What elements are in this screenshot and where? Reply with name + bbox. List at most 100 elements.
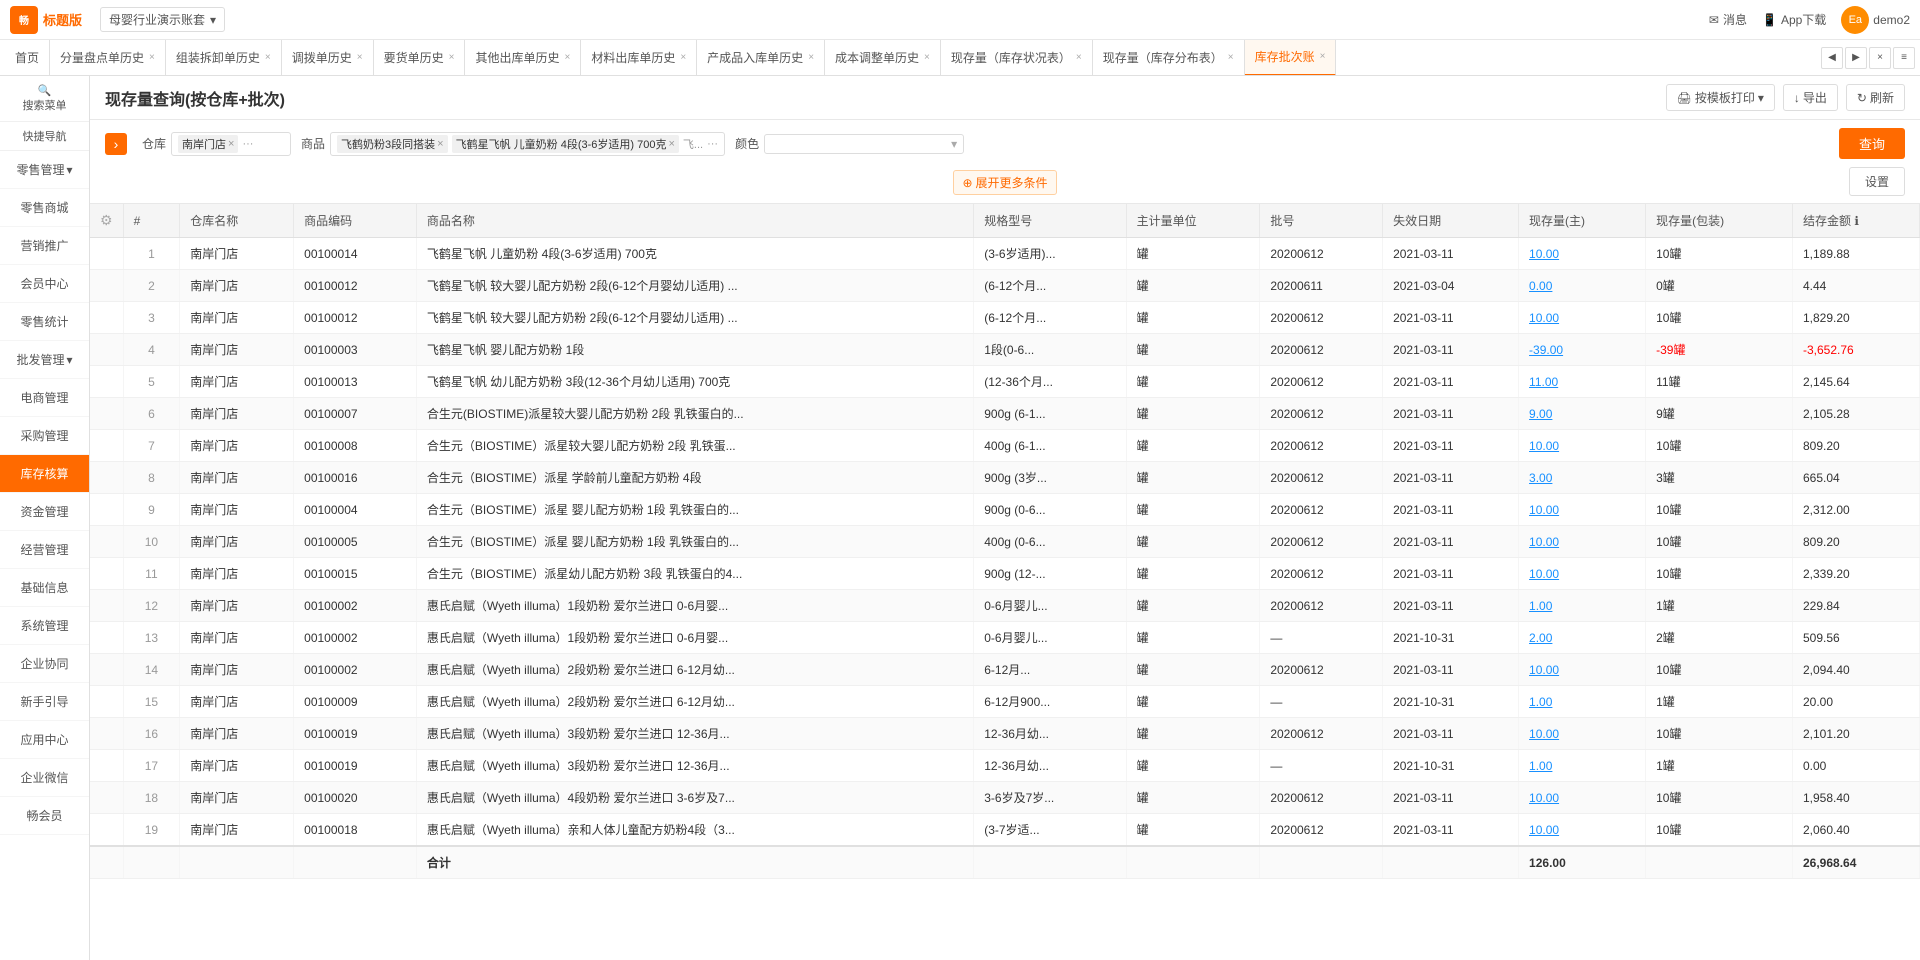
- row-qty[interactable]: 3.00: [1519, 462, 1646, 494]
- tab-1[interactable]: 分量盘点单历史 ×: [50, 40, 166, 76]
- row-qty[interactable]: 10.00: [1519, 302, 1646, 334]
- row-qty[interactable]: 10.00: [1519, 782, 1646, 814]
- sidebar-item-guide[interactable]: 新手引导: [0, 683, 89, 721]
- sidebar-item-membership[interactable]: 畅会员: [0, 797, 89, 835]
- sidebar-item-inventory[interactable]: 库存核算: [0, 455, 89, 493]
- breadcrumb-select[interactable]: 母婴行业演示账套 ▾: [100, 7, 225, 32]
- row-qty[interactable]: 10.00: [1519, 718, 1646, 750]
- remove-warehouse-tag[interactable]: ×: [228, 138, 234, 150]
- sidebar-item-system[interactable]: 系统管理: [0, 607, 89, 645]
- row-warehouse: 南岸门店: [180, 462, 294, 494]
- print-btn[interactable]: 🖨 按模板打印 ▾: [1666, 84, 1775, 111]
- row-qty[interactable]: 10.00: [1519, 814, 1646, 847]
- app-download-btn[interactable]: 📱 App下载: [1762, 11, 1826, 28]
- tab-4[interactable]: 要货单历史 ×: [374, 40, 466, 76]
- sidebar-quick-nav[interactable]: 快捷导航: [0, 122, 89, 151]
- row-qty[interactable]: 0.00: [1519, 270, 1646, 302]
- sidebar-item-wholesale-mgmt[interactable]: 批发管理 ▾: [0, 341, 89, 379]
- row-qty[interactable]: -39.00: [1519, 334, 1646, 366]
- query-btn[interactable]: 查询: [1839, 128, 1905, 159]
- sidebar-item-app-center[interactable]: 应用中心: [0, 721, 89, 759]
- row-spec: 6-12月900...: [974, 686, 1126, 718]
- tab-10[interactable]: 现存量（库存分布表） ×: [1093, 40, 1245, 76]
- row-qty[interactable]: 10.00: [1519, 654, 1646, 686]
- sidebar-item-operations[interactable]: 经营管理: [0, 531, 89, 569]
- tab-8[interactable]: 成本调整单历史 ×: [825, 40, 941, 76]
- sidebar-item-marketing[interactable]: 营销推广: [0, 227, 89, 265]
- remove-product-tag-1[interactable]: ×: [437, 138, 443, 150]
- tab-9[interactable]: 现存量（库存状况表） ×: [941, 40, 1093, 76]
- tab-home[interactable]: 首页: [5, 40, 50, 76]
- row-code: 00100020: [294, 782, 417, 814]
- tab-next-btn[interactable]: ▶: [1845, 47, 1867, 69]
- row-qty[interactable]: 1.00: [1519, 750, 1646, 782]
- close-icon[interactable]: ×: [808, 52, 814, 63]
- refresh-btn[interactable]: ↻ 刷新: [1846, 84, 1905, 111]
- table-row: 16 南岸门店 00100019 惠氏启赋（Wyeth illuma）3段奶粉 …: [90, 718, 1920, 750]
- tab-5[interactable]: 其他出库单历史 ×: [465, 40, 581, 76]
- row-qty[interactable]: 10.00: [1519, 558, 1646, 590]
- sidebar-item-label: 企业协同: [20, 657, 68, 671]
- row-qty[interactable]: 2.00: [1519, 622, 1646, 654]
- close-icon[interactable]: ×: [1076, 52, 1082, 63]
- filter-expand-arrow[interactable]: ›: [105, 133, 127, 155]
- tab-3[interactable]: 调拨单历史 ×: [282, 40, 374, 76]
- warehouse-tag-container[interactable]: 南岸门店 × ···: [171, 132, 291, 156]
- row-gear: [90, 782, 123, 814]
- sidebar-item-ecommerce[interactable]: 电商管理: [0, 379, 89, 417]
- row-qty[interactable]: 11.00: [1519, 366, 1646, 398]
- sidebar-item-retail-stats[interactable]: 零售统计: [0, 303, 89, 341]
- tab-2[interactable]: 组装拆卸单历史 ×: [166, 40, 282, 76]
- row-batch: 20200612: [1260, 302, 1383, 334]
- color-tag-container[interactable]: ▾: [764, 134, 964, 154]
- tab-prev-btn[interactable]: ◀: [1821, 47, 1843, 69]
- tab-menu-btn[interactable]: ≡: [1893, 47, 1915, 69]
- remove-product-tag-2[interactable]: ×: [668, 138, 674, 150]
- close-icon[interactable]: ×: [1228, 52, 1234, 63]
- tab-6[interactable]: 材料出库单历史 ×: [581, 40, 697, 76]
- sidebar-item-member-center[interactable]: 会员中心: [0, 265, 89, 303]
- close-icon[interactable]: ×: [357, 52, 363, 63]
- user-area[interactable]: Ea demo2: [1841, 6, 1910, 34]
- row-batch: 20200611: [1260, 270, 1383, 302]
- footer-empty-1: [90, 846, 123, 879]
- close-icon[interactable]: ×: [564, 52, 570, 63]
- row-qty[interactable]: 10.00: [1519, 526, 1646, 558]
- sidebar-item-basic-info[interactable]: 基础信息: [0, 569, 89, 607]
- close-icon[interactable]: ×: [449, 52, 455, 63]
- close-icon[interactable]: ×: [924, 52, 930, 63]
- export-btn[interactable]: ↓ 导出: [1783, 84, 1838, 111]
- close-icon[interactable]: ×: [265, 52, 271, 63]
- sidebar-item-retail-mall[interactable]: 零售商城: [0, 189, 89, 227]
- message-btn[interactable]: ✉ 消息: [1709, 11, 1747, 28]
- footer-total-amount: 26,968.64: [1793, 846, 1920, 879]
- sidebar-item-purchase[interactable]: 采购管理: [0, 417, 89, 455]
- tab-7[interactable]: 产成品入库单历史 ×: [697, 40, 825, 76]
- gear-icon[interactable]: ⚙: [100, 212, 113, 228]
- row-qty[interactable]: 1.00: [1519, 686, 1646, 718]
- sidebar-item-enterprise-wechat[interactable]: 企业微信: [0, 759, 89, 797]
- expand-conditions-btn[interactable]: ⊕ 展开更多条件: [953, 170, 1056, 195]
- sidebar-item-retail-mgmt[interactable]: 零售管理 ▾: [0, 151, 89, 189]
- sidebar-item-finance[interactable]: 资金管理: [0, 493, 89, 531]
- row-qty[interactable]: 10.00: [1519, 494, 1646, 526]
- row-qty[interactable]: 10.00: [1519, 430, 1646, 462]
- row-qty[interactable]: 1.00: [1519, 590, 1646, 622]
- row-amount: 2,312.00: [1793, 494, 1920, 526]
- chevron-down-icon: ▾: [66, 353, 72, 367]
- sidebar-item-collab[interactable]: 企业协同: [0, 645, 89, 683]
- sidebar-search[interactable]: 🔍 搜索菜单: [0, 76, 89, 122]
- settings-btn[interactable]: 设置: [1849, 167, 1905, 196]
- row-qty[interactable]: 10.00: [1519, 238, 1646, 270]
- close-icon[interactable]: ×: [1320, 51, 1326, 62]
- footer-empty-4: [294, 846, 417, 879]
- row-batch: 20200612: [1260, 430, 1383, 462]
- row-spec: 3-6岁及7岁...: [974, 782, 1126, 814]
- tab-11[interactable]: 库存批次账 ×: [1245, 40, 1337, 76]
- row-qty[interactable]: 9.00: [1519, 398, 1646, 430]
- close-icon[interactable]: ×: [149, 52, 155, 63]
- row-expiry: 2021-10-31: [1383, 750, 1519, 782]
- product-tag-container[interactable]: 飞鹤奶粉3段同搭装 × 飞鹤星飞帆 儿童奶粉 4段(3-6岁适用) 700克 ×…: [330, 132, 725, 156]
- close-icon[interactable]: ×: [680, 52, 686, 63]
- tab-close-btn[interactable]: ×: [1869, 47, 1891, 69]
